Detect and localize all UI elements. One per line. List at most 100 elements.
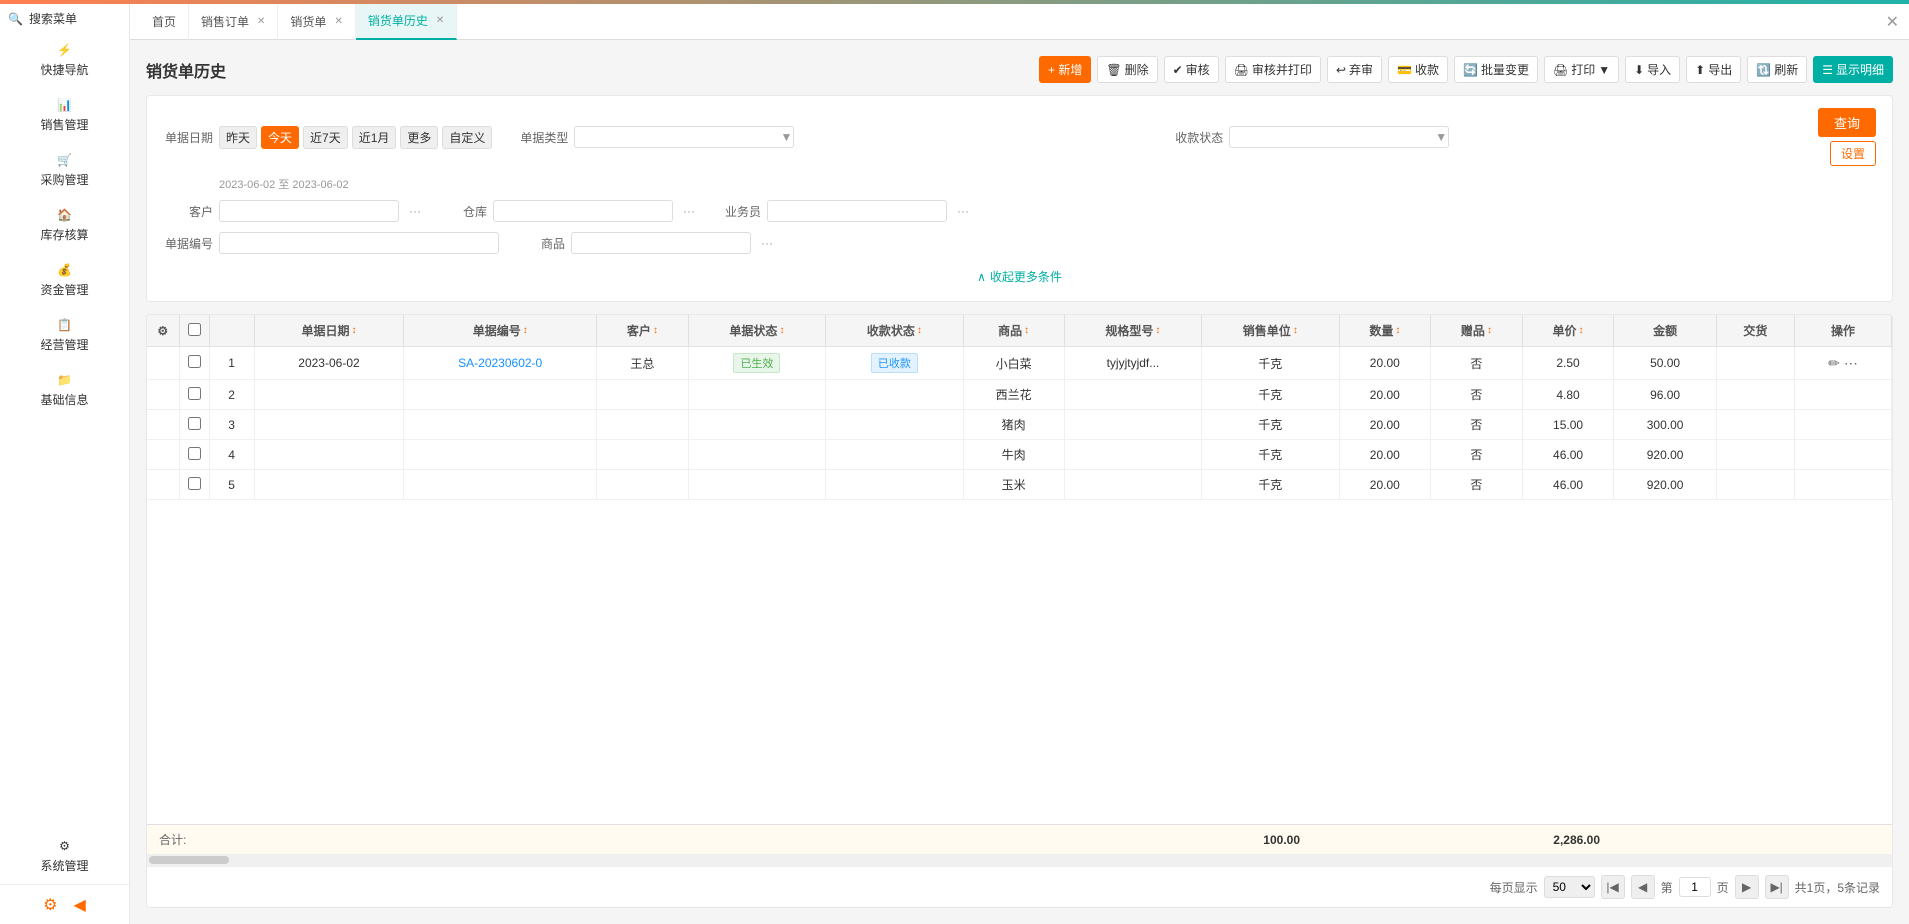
select-all-checkbox[interactable]	[188, 323, 201, 336]
row-check[interactable]	[188, 355, 201, 368]
sidebar-item-purchase[interactable]: 🛒 采购管理	[0, 143, 129, 198]
show-detail-button[interactable]: ☰ 显示明细	[1813, 56, 1893, 83]
collect-button[interactable]: 💳 收款	[1388, 56, 1448, 83]
customer-input[interactable]	[219, 200, 399, 222]
audit-print-button[interactable]: 🖨 审核并打印	[1225, 56, 1321, 83]
tab-sales-goods-close[interactable]: ✕	[334, 16, 342, 27]
collect-icon: 💳	[1397, 63, 1412, 77]
import-icon: ⬇	[1634, 63, 1644, 77]
th-unit[interactable]: 销售单位↕	[1202, 315, 1339, 347]
sidebar-item-inventory[interactable]: 🏠 库存核算	[0, 198, 129, 253]
th-order-status[interactable]: 单据状态↕	[688, 315, 825, 347]
th-spec[interactable]: 规格型号↕	[1064, 315, 1201, 347]
horizontal-scrollbar[interactable]	[147, 854, 1892, 866]
th-customer[interactable]: 客户↕	[597, 315, 689, 347]
row-check[interactable]	[188, 387, 201, 400]
query-button[interactable]: 查询	[1818, 108, 1876, 137]
order-no-input[interactable]	[219, 232, 499, 254]
th-pay-status[interactable]: 收款状态↕	[826, 315, 963, 347]
tab-sales-order[interactable]: 销售订单 ✕	[189, 4, 278, 40]
row-no[interactable]	[404, 380, 597, 410]
discard-button[interactable]: ↩ 弃审	[1327, 56, 1382, 83]
row-no[interactable]	[404, 410, 597, 440]
date-btn-7days[interactable]: 近7天	[303, 126, 348, 149]
th-check[interactable]	[179, 315, 209, 347]
th-gift[interactable]: 赠品↕	[1431, 315, 1523, 347]
row-no[interactable]	[404, 440, 597, 470]
row-amount: 50.00	[1614, 347, 1716, 380]
print-button[interactable]: 🖨 打印 ▼	[1544, 56, 1619, 83]
date-btn-1month[interactable]: 近1月	[352, 126, 397, 149]
sidebar-collapse-icon[interactable]: ◀	[74, 895, 86, 915]
delete-button[interactable]: 🗑 删除	[1097, 56, 1157, 83]
tab-sales-history-close[interactable]: ✕	[436, 15, 444, 26]
customer-ellipsis[interactable]: ···	[409, 204, 421, 218]
last-page-button[interactable]: ▶|	[1765, 875, 1789, 899]
th-date[interactable]: 单据日期↕	[254, 315, 404, 347]
date-btn-today[interactable]: 今天	[261, 126, 299, 149]
goods-ellipsis[interactable]: ···	[761, 236, 773, 250]
row-action[interactable]: ✏⋯	[1795, 347, 1892, 380]
first-page-button[interactable]: |◀	[1601, 875, 1625, 899]
pay-status-select[interactable]	[1229, 126, 1449, 148]
import-button[interactable]: ⬇ 导入	[1625, 56, 1680, 83]
row-action[interactable]	[1795, 440, 1892, 470]
goods-input[interactable]	[571, 232, 751, 254]
row-check[interactable]	[188, 417, 201, 430]
th-goods[interactable]: 商品↕	[963, 315, 1064, 347]
collapse-button[interactable]: ∧ 收起更多条件	[973, 264, 1066, 289]
warehouse-input[interactable]	[493, 200, 673, 222]
batch-change-button[interactable]: 🔄 批量变更	[1454, 56, 1538, 83]
sidebar-item-quick-nav[interactable]: ⚡ 快捷导航	[0, 33, 129, 88]
row-transaction	[1716, 347, 1794, 380]
refresh-button[interactable]: 🔃 刷新	[1747, 56, 1807, 83]
row-check[interactable]	[188, 477, 201, 490]
sidebar-item-basic[interactable]: 📁 基础信息	[0, 363, 129, 418]
date-btn-more[interactable]: 更多	[400, 126, 438, 149]
row-no[interactable]	[404, 470, 597, 500]
sidebar-item-operation[interactable]: 📋 经营管理	[0, 308, 129, 363]
th-price[interactable]: 单价↕	[1522, 315, 1614, 347]
th-gear[interactable]: ⚙	[147, 315, 179, 347]
date-btn-yesterday[interactable]: 昨天	[219, 126, 257, 149]
tab-sales-goods[interactable]: 销货单 ✕	[278, 4, 355, 40]
sidebar-settings-icon[interactable]: ⚙	[43, 895, 57, 915]
row-checkbox[interactable]	[179, 440, 209, 470]
audit-button[interactable]: ✔ 审核	[1164, 56, 1219, 83]
row-checkbox[interactable]	[179, 380, 209, 410]
next-page-button[interactable]: ▶	[1735, 875, 1759, 899]
row-action[interactable]	[1795, 470, 1892, 500]
per-page-select[interactable]: 50 20 100	[1544, 876, 1595, 898]
row-checkbox[interactable]	[179, 470, 209, 500]
tab-home[interactable]: 首页	[140, 4, 189, 40]
type-select[interactable]	[574, 126, 794, 148]
search-menu[interactable]: 🔍 搜索菜单	[0, 4, 129, 33]
row-action[interactable]	[1795, 410, 1892, 440]
tab-close-all[interactable]: ✕	[1886, 12, 1899, 32]
th-no[interactable]: 单据编号↕	[404, 315, 597, 347]
staff-ellipsis[interactable]: ···	[957, 204, 969, 218]
row-pay-status	[826, 380, 963, 410]
set-button[interactable]: 设置	[1830, 141, 1876, 166]
row-checkbox[interactable]	[179, 410, 209, 440]
tab-sales-history[interactable]: 销货单历史 ✕	[356, 4, 457, 40]
prev-page-button[interactable]: ◀	[1631, 875, 1655, 899]
row-check[interactable]	[188, 447, 201, 460]
th-qty[interactable]: 数量↕	[1339, 315, 1431, 347]
more-action-icon[interactable]: ⋯	[1842, 355, 1860, 371]
sidebar-item-finance[interactable]: 💰 资金管理	[0, 253, 129, 308]
row-checkbox[interactable]	[179, 347, 209, 380]
new-button[interactable]: + 新增	[1039, 56, 1091, 83]
sidebar-item-system[interactable]: ⚙ 系统管理	[0, 829, 129, 884]
export-button[interactable]: ⬆ 导出	[1686, 56, 1741, 83]
edit-icon[interactable]: ✏	[1826, 355, 1842, 371]
page-input[interactable]	[1679, 877, 1711, 897]
warehouse-ellipsis[interactable]: ···	[683, 204, 695, 218]
row-no[interactable]: SA-20230602-0	[404, 347, 597, 380]
sidebar-item-label: 库存核算	[40, 226, 88, 243]
date-btn-custom[interactable]: 自定义	[442, 126, 492, 149]
sidebar-item-sales[interactable]: 📊 销售管理	[0, 88, 129, 143]
tab-sales-order-close[interactable]: ✕	[257, 16, 265, 27]
row-action[interactable]	[1795, 380, 1892, 410]
staff-input[interactable]	[767, 200, 947, 222]
